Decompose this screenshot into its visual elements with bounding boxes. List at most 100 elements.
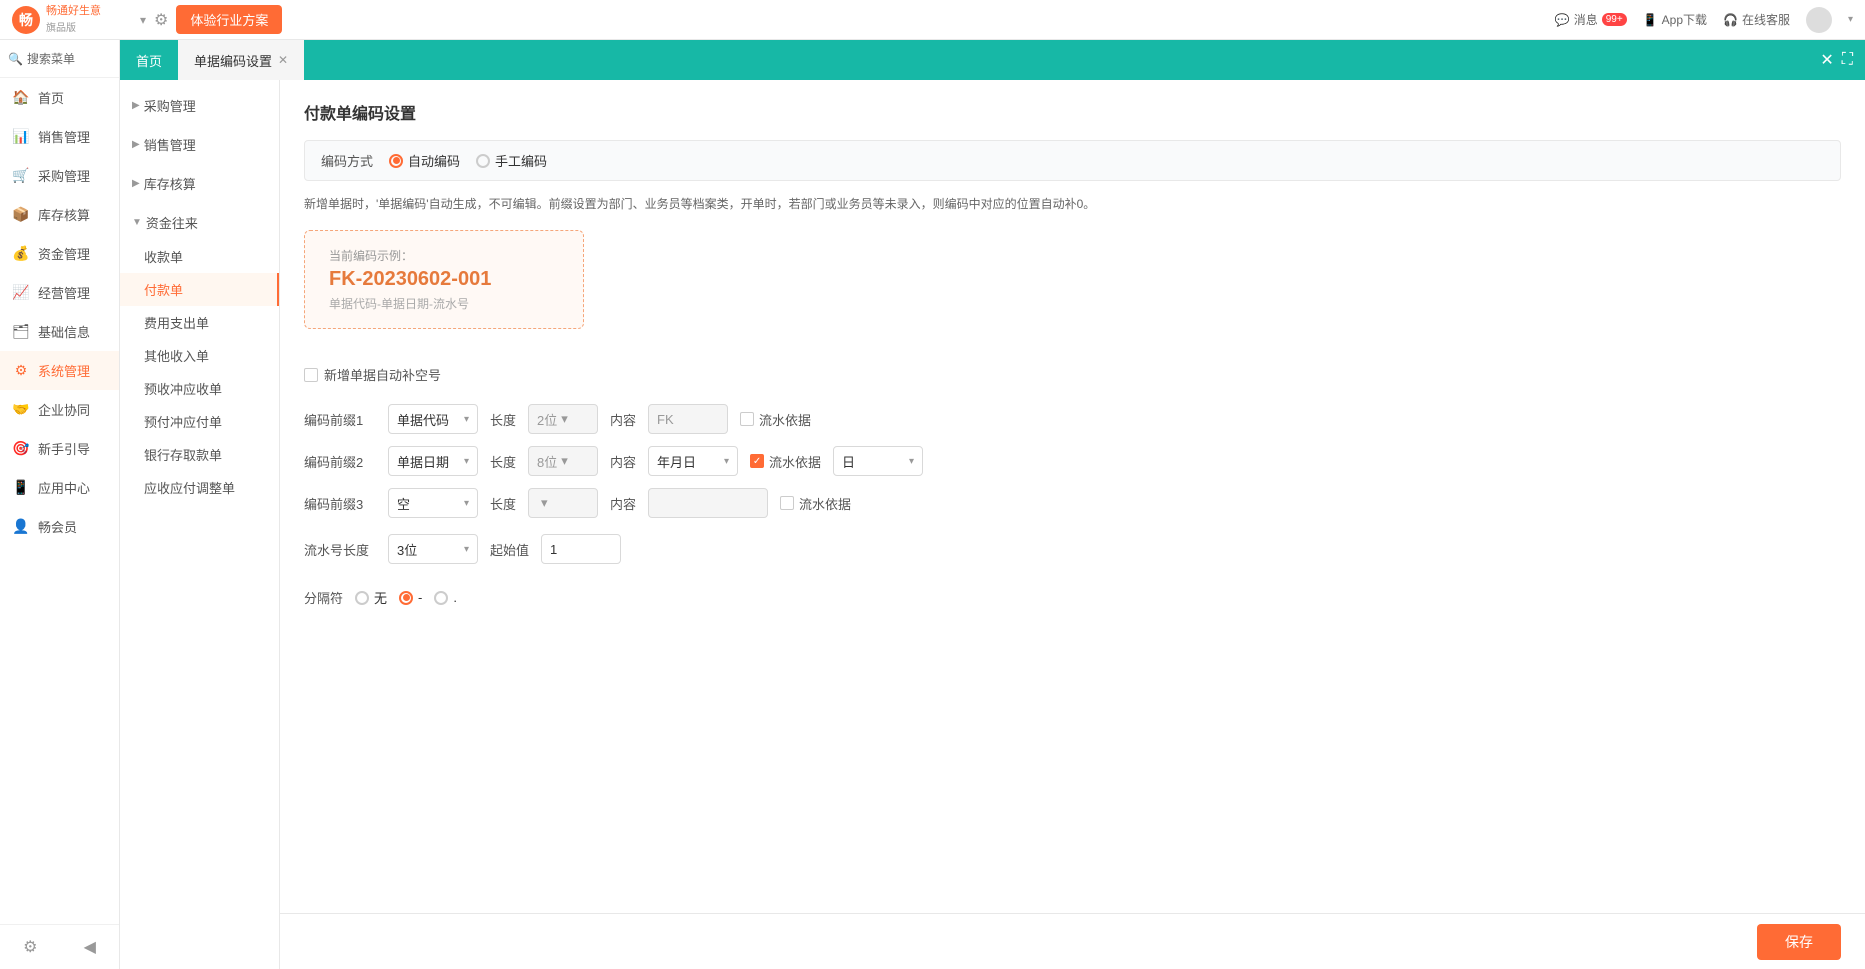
preview-format: 单据代码-单据日期-流水号 <box>329 295 559 312</box>
sub-menu-item-expense[interactable]: 费用支出单 <box>120 306 279 339</box>
sidebar-item-member[interactable]: 👤 畅会员 <box>0 507 119 546</box>
sub-menu-item-adjust[interactable]: 应收应付调整单 <box>120 471 279 504</box>
avatar[interactable] <box>1806 7 1832 33</box>
tab-bar-actions: ✕ ⛶ <box>1820 50 1865 70</box>
sub-menu-item-receipt[interactable]: 收款单 <box>120 240 279 273</box>
tab-close-icon[interactable]: ✕ <box>278 53 288 67</box>
sep-dot-radio[interactable]: . <box>434 590 457 605</box>
chevron-down-icon: ▾ <box>561 453 568 469</box>
length3-label: 长度 <box>490 494 516 513</box>
online-service-item[interactable]: 🎧 在线客服 <box>1723 11 1790 28</box>
app-download-item[interactable]: 📱 App下载 <box>1643 11 1707 28</box>
preview-code: FK-20230602-001 <box>329 268 559 291</box>
length3-select[interactable]: ▾ <box>528 488 598 518</box>
check-icon: ✓ <box>753 456 761 467</box>
tab-minimize-icon[interactable]: ✕ <box>1820 50 1833 70</box>
preview-label: 当前编码示例： <box>329 247 559 264</box>
prefix2-select[interactable]: 单据日期 ▾ <box>388 446 478 476</box>
separator-row: 分隔符 无 - . <box>304 588 1841 607</box>
content3-value <box>648 488 768 518</box>
stream1-checkbox[interactable]: 流水依据 <box>740 410 811 429</box>
settings-bottom-icon[interactable]: ⚙ <box>19 933 41 961</box>
sidebar-item-enterprise[interactable]: 🤝 企业协同 <box>0 390 119 429</box>
sidebar-item-apps[interactable]: 📱 应用中心 <box>0 468 119 507</box>
chevron-down-icon: ▾ <box>909 456 914 467</box>
length2-select[interactable]: 8位 ▾ <box>528 446 598 476</box>
stream2-period-select[interactable]: 日 ▾ <box>833 446 923 476</box>
sidebar-item-base[interactable]: 🗂 基础信息 <box>0 312 119 351</box>
stream2-checkbox[interactable]: ✓ 流水依据 <box>750 452 821 471</box>
prefix3-select[interactable]: 空 ▾ <box>388 488 478 518</box>
auto-fill-checkbox[interactable] <box>304 368 318 382</box>
sub-menu-item-advance-receive[interactable]: 预收冲应收单 <box>120 372 279 405</box>
tab-encoding[interactable]: 单据编码设置 ✕ <box>178 40 304 80</box>
sidebar-item-guide[interactable]: 🎯 新手引导 <box>0 429 119 468</box>
sub-menu-sales-label: 销售管理 <box>144 135 196 154</box>
page-content: 付款单编码设置 编码方式 自动编码 手工编码 <box>280 80 1865 913</box>
content-wrapper: ▶ 采购管理 ▶ 销售管理 ▶ 库存核算 <box>120 80 1865 969</box>
stream3-box <box>780 496 794 510</box>
sidebar-item-home[interactable]: 🏠 首页 <box>0 78 119 117</box>
sidebar-item-system[interactable]: ⚙ 系统管理 <box>0 351 119 390</box>
stream1-label: 流水依据 <box>759 410 811 429</box>
prefix-row-2: 编码前缀2 单据日期 ▾ 长度 8位 ▾ 内容 <box>304 446 1841 476</box>
user-chevron-icon[interactable]: ▾ <box>1848 14 1853 25</box>
sidebar-item-label: 企业协同 <box>38 400 90 419</box>
save-button[interactable]: 保存 <box>1757 924 1841 960</box>
stream-length-label: 流水号长度 <box>304 540 376 559</box>
sub-menu-purchase-header[interactable]: ▶ 采购管理 <box>120 88 279 123</box>
sales-icon: 📊 <box>12 128 30 146</box>
sub-menu-item-income[interactable]: 其他收入单 <box>120 339 279 372</box>
start-value-input[interactable] <box>541 534 621 564</box>
settings-icon[interactable]: ⚙ <box>154 10 168 30</box>
stream-length-value: 3位 <box>397 540 417 559</box>
prefix2-select-value: 单据日期 <box>397 452 449 471</box>
sidebar-item-purchase[interactable]: 🛒 采购管理 <box>0 156 119 195</box>
stream3-checkbox[interactable]: 流水依据 <box>780 494 851 513</box>
sub-menu-sales-header[interactable]: ▶ 销售管理 <box>120 127 279 162</box>
sidebar-item-operation[interactable]: 📈 经营管理 <box>0 273 119 312</box>
radio-auto-circle <box>389 154 403 168</box>
radio-auto-code[interactable]: 自动编码 <box>389 151 460 170</box>
sub-menu-item-payment[interactable]: 付款单 <box>120 273 279 306</box>
sub-menu-fund-header[interactable]: ▼ 资金往来 <box>120 205 279 240</box>
app-download-label: App下载 <box>1662 11 1707 28</box>
content2-select[interactable]: 年月日 ▾ <box>648 446 738 476</box>
sep-dot-circle <box>434 591 448 605</box>
tab-home[interactable]: 首页 <box>120 40 178 80</box>
main-area: 首页 单据编码设置 ✕ ✕ ⛶ ▶ 采购管理 <box>120 40 1865 969</box>
trial-button[interactable]: 体验行业方案 <box>176 5 282 34</box>
sidebar-search[interactable]: 🔍 搜索菜单 <box>0 40 119 78</box>
sep-none-radio[interactable]: 无 <box>355 588 387 607</box>
collapse-icon[interactable]: ◀ <box>80 933 100 961</box>
header-right: 💬 消息 99+ 📱 App下载 🎧 在线客服 ▾ <box>1555 7 1853 33</box>
sidebar-item-inventory[interactable]: 📦 库存核算 <box>0 195 119 234</box>
member-icon: 👤 <box>12 518 30 536</box>
apps-icon: 📱 <box>12 479 30 497</box>
sidebar-item-sales[interactable]: 📊 销售管理 <box>0 117 119 156</box>
sub-menu-item-advance-pay[interactable]: 预付冲应付单 <box>120 405 279 438</box>
sidebar-item-label: 畅会员 <box>38 517 77 536</box>
message-item[interactable]: 💬 消息 99+ <box>1555 11 1627 28</box>
stream-length-select[interactable]: 3位 ▾ <box>388 534 478 564</box>
content2-label: 内容 <box>610 452 636 471</box>
prefix3-select-value: 空 <box>397 494 410 513</box>
sub-menu-item-bank[interactable]: 银行存取款单 <box>120 438 279 471</box>
sep-dash-label: - <box>418 590 422 605</box>
sub-menu-group-sales: ▶ 销售管理 <box>120 127 279 162</box>
content1-value: FK <box>648 404 728 434</box>
sub-menu-inventory-header[interactable]: ▶ 库存核算 <box>120 166 279 201</box>
tab-maximize-icon[interactable]: ⛶ <box>1842 51 1853 69</box>
chevron-down-icon[interactable]: ▾ <box>140 13 146 27</box>
sep-none-circle <box>355 591 369 605</box>
sidebar-item-finance[interactable]: 💰 资金管理 <box>0 234 119 273</box>
length2-value: 8位 <box>537 452 557 471</box>
length1-value: 2位 <box>537 410 557 429</box>
base-icon: 🗂 <box>12 323 30 341</box>
prefix1-select[interactable]: 单据代码 ▾ <box>388 404 478 434</box>
radio-manual-code[interactable]: 手工编码 <box>476 151 547 170</box>
length1-select[interactable]: 2位 ▾ <box>528 404 598 434</box>
sidebar-item-label: 销售管理 <box>38 127 90 146</box>
manual-code-label: 手工编码 <box>495 151 547 170</box>
sep-dash-radio[interactable]: - <box>399 590 422 605</box>
